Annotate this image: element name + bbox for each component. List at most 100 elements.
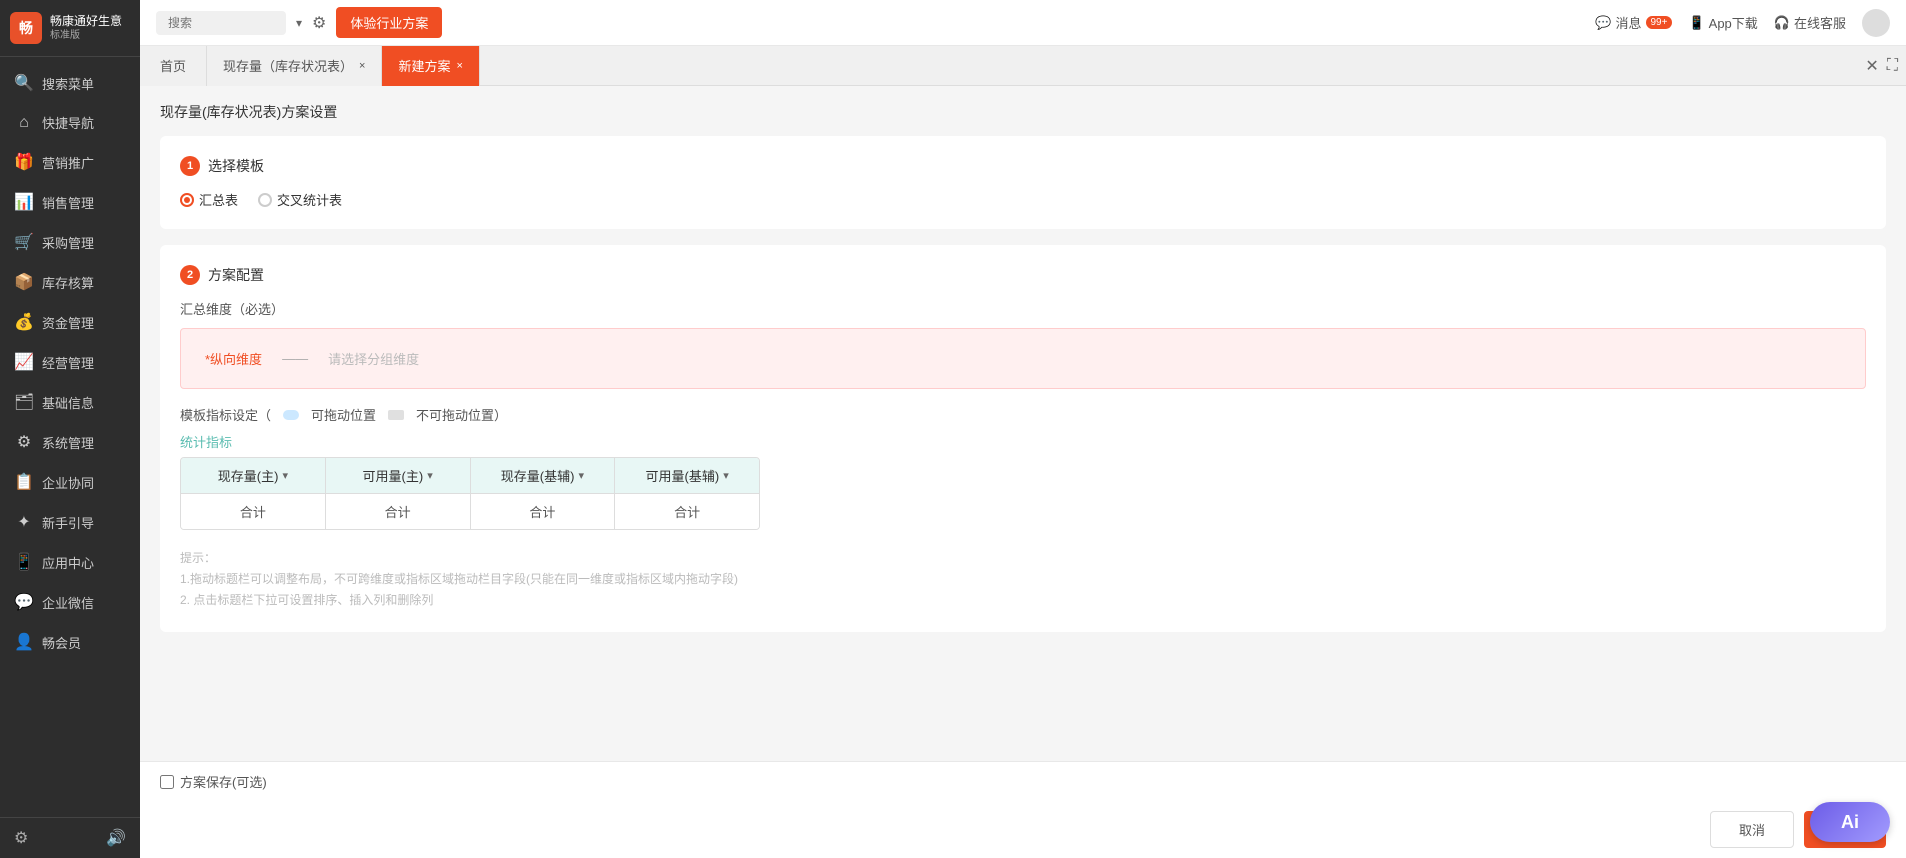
stats-table-body: 合计 合计 合计 合计: [181, 493, 759, 529]
radio-cross-dot: [258, 193, 272, 207]
stats-table-header: 现存量(主) ▾ 可用量(主) ▾ 现存量(基辅) ▾: [181, 458, 759, 493]
tab-inventory-status[interactable]: 现存量（库存状况表） ×: [207, 46, 382, 86]
chevron-down-icon-3[interactable]: ▾: [723, 469, 729, 482]
sidebar: 畅 畅康通好生意 标准版 🔍 搜索菜单 ⌂ 快捷导航 🎁 营销推广 📊 销售管理…: [0, 0, 140, 858]
marketing-icon: 🎁: [14, 152, 34, 172]
radio-summary[interactable]: 汇总表: [180, 190, 238, 209]
member-icon: 👤: [14, 632, 34, 652]
tab-inventory-close-icon[interactable]: ×: [359, 60, 365, 72]
stats-section: 统计指标 现存量(主) ▾ 可用量(主) ▾: [180, 432, 1866, 533]
sidebar-item-marketing[interactable]: 🎁 营销推广: [0, 142, 140, 182]
col-header-1[interactable]: 可用量(主) ▾: [326, 458, 471, 493]
quick-nav-icon: ⌂: [14, 114, 34, 132]
sidebar-footer: ⚙ 🔊: [0, 817, 140, 858]
col-body-3: 合计: [615, 494, 759, 529]
toggle-draggable: [283, 410, 299, 420]
topbar-right: 💬 消息 99+ 📱 App下载 🎧 在线客服: [1595, 9, 1890, 37]
pink-required-area: *纵向维度 —— 请选择分组维度: [180, 328, 1866, 389]
save-checkbox[interactable]: [160, 775, 174, 789]
vertical-dim-label: *纵向维度: [205, 349, 262, 368]
radio-summary-dot: [180, 193, 194, 207]
tips-section: 提示： 1.拖动标题栏可以调整布局，不可跨维度或指标区域拖动栏目字段(只能在同一…: [180, 549, 1866, 608]
app-download-icon: 📱: [1688, 15, 1704, 31]
gear-icon[interactable]: ⚙: [312, 13, 326, 33]
col-header-0[interactable]: 现存量(主) ▾: [181, 458, 326, 493]
tab-home[interactable]: 首页: [140, 46, 207, 86]
section-choose-template: 1 选择模板 汇总表 交叉统计表: [160, 136, 1886, 229]
message-item[interactable]: 💬 消息 99+: [1595, 13, 1672, 32]
sidebar-item-purchase[interactable]: 🛒 采购管理: [0, 222, 140, 262]
sidebar-item-inventory[interactable]: 📦 库存核算: [0, 262, 140, 302]
step2-number: 2: [180, 265, 200, 285]
user-avatar[interactable]: [1862, 9, 1890, 37]
sidebar-item-basic-info[interactable]: 🗂 基础信息: [0, 382, 140, 422]
sidebar-item-finance[interactable]: 💰 资金管理: [0, 302, 140, 342]
sidebar-item-new-guide[interactable]: ✦ 新手引导: [0, 502, 140, 542]
sidebar-item-member[interactable]: 👤 畅会员: [0, 622, 140, 662]
footer-buttons: 取消 查询: [140, 801, 1906, 858]
app-download-item[interactable]: 📱 App下载: [1688, 13, 1757, 32]
headphone-icon: 🎧: [1774, 15, 1790, 31]
tab-close-window-icon[interactable]: ✕: [1865, 56, 1878, 76]
col-header-3[interactable]: 可用量(基辅) ▾: [615, 458, 759, 493]
summary-dim-label: 汇总维度（必选）: [180, 299, 1866, 318]
tabbar-corner: ✕ ⛶: [1865, 56, 1906, 76]
search-menu-icon: 🔍: [14, 73, 34, 93]
toggle-non-draggable: [388, 410, 404, 420]
sidebar-nav: 🔍 搜索菜单 ⌂ 快捷导航 🎁 营销推广 📊 销售管理 🛒 采购管理 📦 库存核…: [0, 57, 140, 817]
indicator-config-label: 模板指标设定（ 可拖动位置 不可拖动位置）: [180, 405, 1866, 424]
topbar: ▾ ⚙ 体验行业方案 💬 消息 99+ 📱 App下载 🎧 在线客服: [140, 0, 1906, 46]
new-guide-icon: ✦: [14, 512, 34, 532]
sidebar-item-app-center[interactable]: 📱 应用中心: [0, 542, 140, 582]
dropdown-arrow-icon[interactable]: ▾: [296, 16, 302, 30]
stats-section-label: 统计指标: [180, 432, 1866, 451]
settings-icon[interactable]: ⚙: [14, 828, 28, 848]
step1-title: 选择模板: [208, 156, 264, 176]
ai-bubble[interactable]: Ai: [1810, 802, 1890, 842]
inventory-icon: 📦: [14, 272, 34, 292]
sidebar-item-quick-nav[interactable]: ⌂ 快捷导航: [0, 103, 140, 142]
radio-cross[interactable]: 交叉统计表: [258, 190, 342, 209]
sidebar-item-enterprise-collab[interactable]: 📋 企业协同: [0, 462, 140, 502]
col-header-2[interactable]: 现存量(基辅) ▾: [471, 458, 616, 493]
logo-icon: 畅: [10, 12, 42, 44]
chevron-down-icon-0[interactable]: ▾: [282, 469, 288, 482]
sidebar-item-sales[interactable]: 📊 销售管理: [0, 182, 140, 222]
col-body-2: 合计: [471, 494, 616, 529]
app-center-icon: 📱: [14, 552, 34, 572]
chevron-down-icon-1[interactable]: ▾: [427, 469, 433, 482]
experience-btn[interactable]: 体验行业方案: [336, 7, 442, 38]
main-area: ▾ ⚙ 体验行业方案 💬 消息 99+ 📱 App下载 🎧 在线客服 首页: [140, 0, 1906, 858]
sidebar-logo: 畅 畅康通好生意 标准版: [0, 0, 140, 57]
cancel-button[interactable]: 取消: [1710, 811, 1794, 848]
tab-new-scheme-close-icon[interactable]: ×: [456, 60, 462, 72]
chevron-down-icon-2[interactable]: ▾: [578, 469, 584, 482]
topbar-search-input[interactable]: [156, 11, 286, 35]
save-option: 方案保存(可选): [140, 762, 1906, 801]
sidebar-item-system[interactable]: ⚙ 系统管理: [0, 422, 140, 462]
dash: ——: [282, 351, 308, 366]
operations-icon: 📈: [14, 352, 34, 372]
purchase-icon: 🛒: [14, 232, 34, 252]
col-body-0: 合计: [181, 494, 326, 529]
message-icon: 💬: [1595, 15, 1611, 31]
tab-expand-icon[interactable]: ⛶: [1887, 57, 1898, 75]
sidebar-item-operations[interactable]: 📈 经营管理: [0, 342, 140, 382]
audio-icon[interactable]: 🔊: [106, 828, 126, 848]
sidebar-item-search-menu[interactable]: 🔍 搜索菜单: [0, 63, 140, 103]
template-radio-group: 汇总表 交叉统计表: [180, 190, 1866, 209]
basic-info-icon: 🗂: [14, 392, 34, 412]
system-icon: ⚙: [14, 432, 34, 452]
sidebar-item-enterprise-wechat[interactable]: 💬 企业微信: [0, 582, 140, 622]
message-badge: 99+: [1646, 16, 1673, 29]
step2-label: 2 方案配置: [180, 265, 1866, 285]
grouping-dim-placeholder[interactable]: 请选择分组维度: [328, 349, 419, 368]
logo-text: 畅康通好生意 标准版: [50, 14, 122, 43]
online-service-item[interactable]: 🎧 在线客服: [1774, 13, 1846, 32]
tab-new-scheme[interactable]: 新建方案 ×: [382, 46, 479, 86]
step1-number: 1: [180, 156, 200, 176]
stats-table: 现存量(主) ▾ 可用量(主) ▾ 现存量(基辅) ▾: [180, 457, 760, 530]
content-area: 现存量(库存状况表)方案设置 1 选择模板 汇总表 交叉统计表: [140, 86, 1906, 761]
col-body-1: 合计: [326, 494, 471, 529]
sales-icon: 📊: [14, 192, 34, 212]
